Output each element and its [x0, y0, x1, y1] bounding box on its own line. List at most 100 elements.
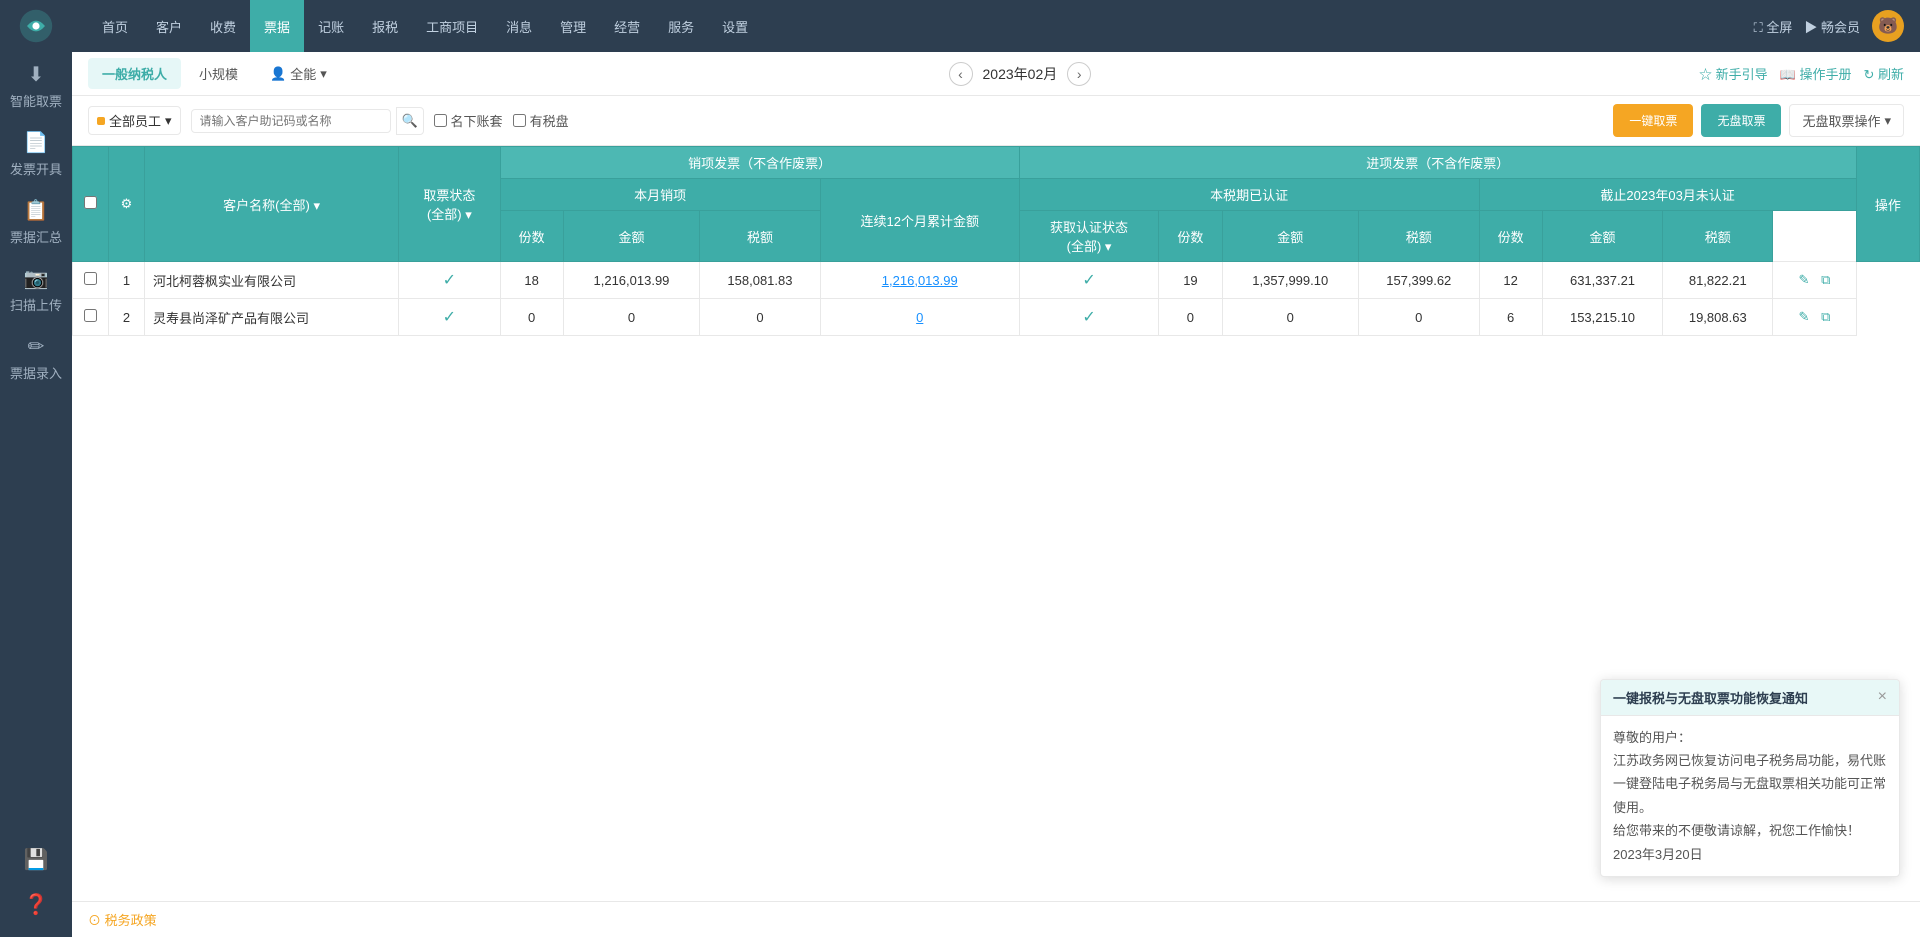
row-uncert-amount: 153,215.10 — [1542, 299, 1663, 336]
prev-month-btn[interactable]: ‹ — [949, 62, 973, 86]
nav-home[interactable]: 首页 — [88, 0, 142, 52]
col-cumulative: 连续12个月累计金额 — [820, 179, 1019, 262]
person-icon: 👤 — [270, 66, 286, 82]
col-sales-monthly: 本月销项 — [500, 179, 820, 211]
col-purchase-uncertified: 截止2023年03月未认证 — [1479, 179, 1856, 211]
notification-title: 一键报税与无盘取票功能恢复通知 — [1613, 688, 1808, 707]
nav-tax[interactable]: 报税 — [358, 0, 412, 52]
manual-btn[interactable]: 📖 操作手册 — [1780, 64, 1852, 83]
row-sales-amount: 0 — [563, 299, 699, 336]
no-disk-fetch-button[interactable]: 无盘取票 — [1701, 104, 1781, 137]
search-button[interactable]: 🔍 — [396, 107, 424, 135]
nav-settings[interactable]: 设置 — [708, 0, 762, 52]
row-uncert-count: 6 — [1479, 299, 1542, 336]
new-guide-btn[interactable]: ☆ 新手引导 — [1699, 64, 1768, 83]
nav-customer[interactable]: 客户 — [142, 0, 196, 52]
col-cert-status: 获取认证状态(全部) ▾ — [1019, 211, 1159, 262]
nav-bookkeeping[interactable]: 记账 — [304, 0, 358, 52]
sidebar-item-smart-fetch[interactable]: ⬇ 智能取票 — [0, 52, 72, 120]
row-uncert-amount: 631,337.21 — [1542, 262, 1663, 299]
col-uncert-count: 份数 — [1479, 211, 1542, 262]
nav-collection[interactable]: 收费 — [196, 0, 250, 52]
nav-invoice[interactable]: 票据 — [250, 0, 304, 52]
sidebar-item-download[interactable]: 💾 — [0, 837, 72, 882]
col-purchase-count: 份数 — [1159, 211, 1222, 262]
tax-policy-link[interactable]: ⊙ 税务政策 — [88, 910, 157, 929]
sidebar-item-invoice-summary[interactable]: 📋 票据汇总 — [0, 188, 72, 256]
notification-header: 一键报税与无盘取票功能恢复通知 × — [1601, 680, 1899, 716]
tab-all[interactable]: 👤 全能 ▾ — [256, 58, 341, 89]
sidebar-item-issue-invoice[interactable]: 📄 发票开具 — [0, 120, 72, 188]
row-cert-status: ✓ — [1019, 299, 1159, 336]
row-sales-count: 0 — [500, 299, 563, 336]
row-actions: ✎ ⧉ — [1773, 262, 1856, 299]
col-sales-group: 销项发票（不含作废票） — [500, 147, 1019, 179]
copy-icon[interactable]: ⧉ — [1821, 272, 1830, 287]
nav-operation[interactable]: 经营 — [600, 0, 654, 52]
row-customer: 河北柯蓉枫实业有限公司 — [145, 262, 399, 299]
col-purchase-group: 进项发票（不含作废票） — [1019, 147, 1856, 179]
filter-bar: 全部员工 ▾ 🔍 名下账套 有税盘 一键取票 无盘取票 无盘取票操作 ▾ — [72, 96, 1920, 146]
table-row: 2 灵寿县尚泽矿产品有限公司 ✓ 0 0 0 0 ✓ 0 0 0 6 153,2… — [73, 299, 1920, 336]
row-sales-count: 18 — [500, 262, 563, 299]
sidebar-item-scan-upload[interactable]: 📷 扫描上传 — [0, 256, 72, 324]
one-click-fetch-button[interactable]: 一键取票 — [1613, 104, 1693, 137]
tab-small[interactable]: 小规模 — [185, 58, 252, 89]
topnav: 首页 客户 收费 票据 记账 报税 工商项目 消息 管理 经营 服务 设置 ⛶ … — [72, 0, 1920, 52]
fullscreen-btn[interactable]: ⛶ 全屏 — [1754, 17, 1793, 36]
row-actions: ✎ ⧉ — [1773, 299, 1856, 336]
avatar[interactable]: 🐻 — [1872, 10, 1904, 42]
nav-message[interactable]: 消息 — [492, 0, 546, 52]
nav-management[interactable]: 管理 — [546, 0, 600, 52]
row-cumulative: 0 — [820, 299, 1019, 336]
tab-bar: 一般纳税人 小规模 👤 全能 ▾ ‹ 2023年02月 › ☆ 新手引导 📖 操… — [72, 52, 1920, 96]
refresh-btn[interactable]: ↻ 刷新 — [1863, 64, 1904, 83]
member-btn[interactable]: ▶ 畅会员 — [1804, 17, 1860, 36]
download2-icon: 💾 — [24, 847, 49, 872]
row-purchase-count: 0 — [1159, 299, 1222, 336]
col-settings: ⚙ — [109, 147, 145, 262]
copy-icon[interactable]: ⧉ — [1821, 309, 1830, 324]
summary-icon: 📋 — [24, 198, 49, 223]
col-customer: 客户名称(全部) ▾ — [145, 147, 399, 262]
sub-account-checkbox-group: 名下账套 — [434, 111, 503, 130]
row-uncert-count: 12 — [1479, 262, 1542, 299]
date-nav: ‹ 2023年02月 › — [949, 62, 1092, 86]
row-checkbox[interactable] — [73, 299, 109, 336]
col-uncert-tax: 税额 — [1663, 211, 1773, 262]
chevron-icon: ▾ — [165, 113, 172, 129]
row-sales-tax: 158,081.83 — [700, 262, 821, 299]
nav-business[interactable]: 工商项目 — [412, 0, 492, 52]
search-input[interactable] — [191, 109, 391, 133]
row-num: 1 — [109, 262, 145, 299]
has-disk-checkbox[interactable] — [513, 114, 526, 127]
select-all-checkbox[interactable] — [84, 196, 97, 209]
sidebar-logo — [0, 0, 72, 52]
sidebar-item-help[interactable]: ❓ — [0, 882, 72, 927]
more-actions-button[interactable]: 无盘取票操作 ▾ — [1789, 104, 1904, 137]
notification-close-btn[interactable]: × — [1878, 688, 1887, 706]
notification-body: 尊敬的用户：江苏政务网已恢复访问电子税务局功能，易代账一键登陆电子税务局与无盘取… — [1601, 716, 1899, 876]
row-fetch-status: ✓ — [399, 299, 500, 336]
row-num: 2 — [109, 299, 145, 336]
row-purchase-tax: 157,399.62 — [1358, 262, 1479, 299]
col-sales-count: 份数 — [500, 211, 563, 262]
next-month-btn[interactable]: › — [1067, 62, 1091, 86]
tab-general[interactable]: 一般纳税人 — [88, 58, 181, 89]
row-purchase-tax: 0 — [1358, 299, 1479, 336]
row-sales-tax: 0 — [700, 299, 821, 336]
sub-account-checkbox[interactable] — [434, 114, 447, 127]
edit-icon[interactable]: ✎ — [1799, 272, 1810, 287]
sidebar-item-data-entry[interactable]: ✏ 票据录入 — [0, 324, 72, 392]
row-purchase-count: 19 — [1159, 262, 1222, 299]
dot-icon — [97, 117, 105, 125]
col-purchase-certified: 本税期已认证 — [1019, 179, 1479, 211]
entry-icon: ✏ — [28, 334, 45, 359]
col-sales-amount: 金额 — [563, 211, 699, 262]
row-checkbox[interactable] — [73, 262, 109, 299]
employee-select[interactable]: 全部员工 ▾ — [88, 106, 181, 135]
edit-icon[interactable]: ✎ — [1799, 309, 1810, 324]
nav-service[interactable]: 服务 — [654, 0, 708, 52]
notification-popup: 一键报税与无盘取票功能恢复通知 × 尊敬的用户：江苏政务网已恢复访问电子税务局功… — [1600, 679, 1900, 877]
topnav-right: ⛶ 全屏 ▶ 畅会员 🐻 — [1754, 10, 1904, 42]
